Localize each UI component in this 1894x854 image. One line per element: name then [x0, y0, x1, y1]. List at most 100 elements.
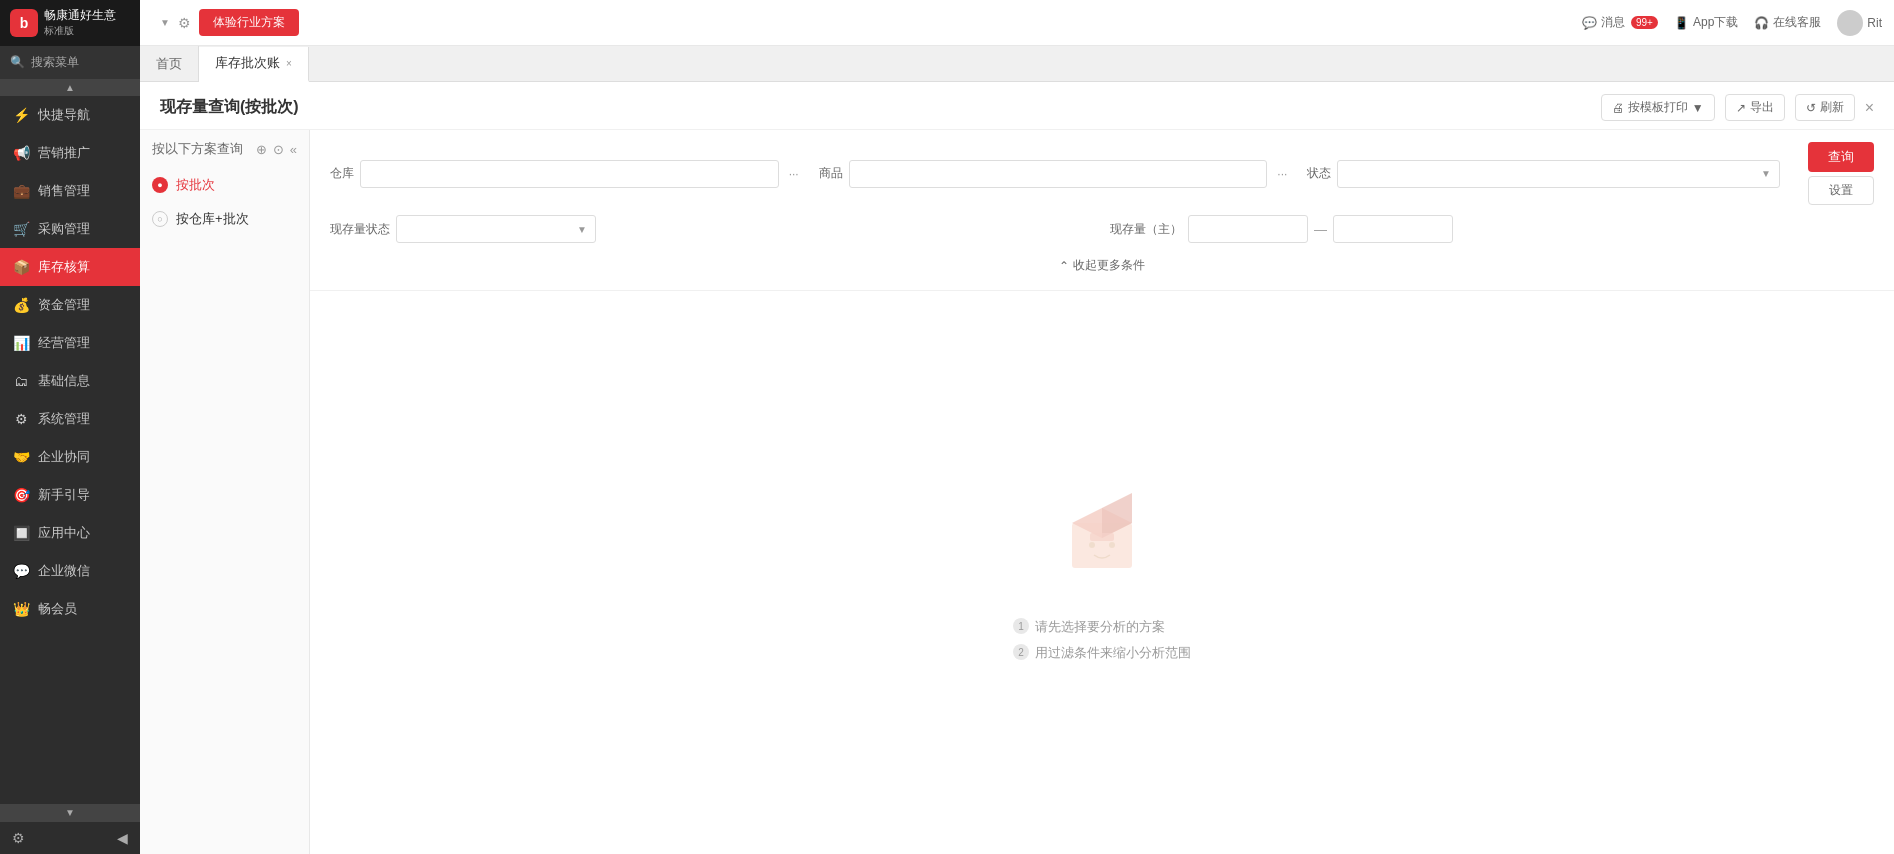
- footer-collapse-icon[interactable]: ◀: [117, 830, 128, 846]
- app-download-item[interactable]: 📱 App下载: [1674, 14, 1738, 31]
- tab-batch-account[interactable]: 库存批次账 ×: [199, 47, 309, 82]
- experience-btn[interactable]: 体验行业方案: [199, 9, 299, 36]
- avatar: [1837, 10, 1863, 36]
- inventory-qty-group: 现存量（主） —: [1110, 215, 1874, 243]
- page-header: 现存量查询(按批次) 🖨 按模板打印 ▼ ↗ 导出 ↺ 刷新 ×: [140, 82, 1894, 130]
- app-center-icon: 🔲: [12, 525, 30, 541]
- tabbar: 首页 库存批次账 ×: [140, 46, 1894, 82]
- sidebar-item-wechat[interactable]: 💬 企业微信: [0, 552, 140, 590]
- topbar-right: 💬 消息 99+ 📱 App下载 🎧 在线客服 Rit: [1582, 10, 1882, 36]
- refresh-btn[interactable]: ↺ 刷新: [1795, 94, 1855, 121]
- scroll-up-btn[interactable]: ▲: [0, 79, 140, 96]
- tab-close-icon[interactable]: ×: [286, 58, 292, 69]
- guide-icon: 🎯: [12, 487, 30, 503]
- main-layout: 按以下方案查询 ⊕ ⊙ « ● 按批次 ○ 按仓库+批次: [140, 130, 1894, 854]
- collapse-panel-icon[interactable]: «: [290, 142, 297, 157]
- sidebar-item-guide[interactable]: 🎯 新手引导: [0, 476, 140, 514]
- sidebar-item-inventory[interactable]: 📦 库存核算: [0, 248, 140, 286]
- product-input[interactable]: [849, 160, 1268, 188]
- inventory-status-group: 现存量状态 ▼: [330, 215, 1094, 243]
- sidebar-item-app-center[interactable]: 🔲 应用中心: [0, 514, 140, 552]
- topbar-gear-icon[interactable]: ⚙: [178, 15, 191, 31]
- sidebar-item-system[interactable]: ⚙ 系统管理: [0, 400, 140, 438]
- warehouse-more-btn[interactable]: ···: [785, 167, 803, 181]
- scheme-by-warehouse-batch[interactable]: ○ 按仓库+批次: [140, 202, 309, 236]
- status-label: 状态: [1307, 165, 1331, 182]
- topbar: ▼ ⚙ 体验行业方案 💬 消息 99+ 📱 App下载 🎧 在线客服 Rit: [140, 0, 1894, 46]
- warehouse-input[interactable]: [360, 160, 779, 188]
- breadcrumb-dropdown-icon[interactable]: ▼: [160, 17, 170, 28]
- message-badge: 99+: [1631, 16, 1658, 29]
- status-select[interactable]: ▼: [1337, 160, 1780, 188]
- sidebar-item-quick-nav[interactable]: ⚡ 快捷导航: [0, 96, 140, 134]
- filter-row-2: 现存量状态 ▼ 现存量（主） —: [330, 215, 1874, 243]
- refresh-icon: ↺: [1806, 101, 1816, 115]
- sidebar-item-enterprise[interactable]: 🤝 企业协同: [0, 438, 140, 476]
- sidebar-search[interactable]: 🔍 搜索菜单: [0, 46, 140, 79]
- export-btn[interactable]: ↗ 导出: [1725, 94, 1785, 121]
- topbar-left: ▼ ⚙ 体验行业方案: [152, 9, 1574, 36]
- page-title: 现存量查询(按批次): [160, 97, 299, 118]
- content-area: 现存量查询(按批次) 🖨 按模板打印 ▼ ↗ 导出 ↺ 刷新 ×: [140, 82, 1894, 854]
- inventory-status-select[interactable]: ▼: [396, 215, 596, 243]
- sidebar-item-operations[interactable]: 📊 经营管理: [0, 324, 140, 362]
- purchase-icon: 🛒: [12, 221, 30, 237]
- inventory-icon: 📦: [12, 259, 30, 275]
- wechat-icon: 💬: [12, 563, 30, 579]
- print-btn[interactable]: 🖨 按模板打印 ▼: [1601, 94, 1715, 121]
- left-panel: 按以下方案查询 ⊕ ⊙ « ● 按批次 ○ 按仓库+批次: [140, 130, 310, 854]
- inventory-status-label: 现存量状态: [330, 221, 390, 238]
- left-panel-icons: ⊕ ⊙ «: [256, 142, 297, 157]
- tab-home[interactable]: 首页: [140, 46, 199, 81]
- customer-service-item[interactable]: 🎧 在线客服: [1754, 14, 1821, 31]
- message-item[interactable]: 💬 消息 99+: [1582, 14, 1658, 31]
- enterprise-icon: 🤝: [12, 449, 30, 465]
- product-more-btn[interactable]: ···: [1273, 167, 1291, 181]
- sidebar-logo: b: [10, 9, 38, 37]
- system-icon: ⚙: [12, 411, 30, 427]
- scheme-by-batch[interactable]: ● 按批次: [140, 168, 309, 202]
- sidebar-item-finance[interactable]: 💰 资金管理: [0, 286, 140, 324]
- warehouse-label: 仓库: [330, 165, 354, 182]
- print-dropdown-icon: ▼: [1692, 101, 1704, 115]
- marketing-icon: 📢: [12, 145, 30, 161]
- footer-settings-icon[interactable]: ⚙: [12, 830, 25, 846]
- qty-max-input[interactable]: [1333, 215, 1453, 243]
- collapse-icon: ⌃: [1059, 259, 1069, 273]
- finance-icon: 💰: [12, 297, 30, 313]
- filter-collapse-btn[interactable]: ⌃ 收起更多条件: [330, 253, 1874, 278]
- basic-icon: 🗂: [12, 373, 30, 389]
- right-panel: 仓库 ··· 商品 ··· 状态: [310, 130, 1894, 854]
- sidebar-footer: ⚙ ◀: [0, 821, 140, 854]
- sidebar-item-purchase[interactable]: 🛒 采购管理: [0, 210, 140, 248]
- scroll-down-btn[interactable]: ▼: [0, 804, 140, 821]
- sidebar-item-basic[interactable]: 🗂 基础信息: [0, 362, 140, 400]
- qty-min-input[interactable]: [1188, 215, 1308, 243]
- sidebar-item-marketing[interactable]: 📢 营销推广: [0, 134, 140, 172]
- user-item[interactable]: Rit: [1837, 10, 1882, 36]
- svg-rect-3: [1090, 533, 1114, 541]
- settings-scheme-icon[interactable]: ⊙: [273, 142, 284, 157]
- svg-point-4: [1089, 542, 1095, 548]
- filter-actions: 查询 设置: [1808, 142, 1874, 205]
- left-panel-title: 按以下方案查询: [152, 140, 243, 158]
- page-actions: 🖨 按模板打印 ▼ ↗ 导出 ↺ 刷新 ×: [1601, 94, 1874, 121]
- edition-label: 标准版: [44, 24, 116, 38]
- empty-box-svg: [1052, 483, 1152, 583]
- settings-btn[interactable]: 设置: [1808, 176, 1874, 205]
- sidebar-item-sales[interactable]: 💼 销售管理: [0, 172, 140, 210]
- sidebar-header: b 畅康通好生意 标准版: [0, 0, 140, 46]
- empty-state: 1 请先选择要分析的方案 2 用过滤条件来缩小分析范围: [310, 291, 1894, 854]
- query-btn[interactable]: 查询: [1808, 142, 1874, 172]
- page-close-btn[interactable]: ×: [1865, 99, 1874, 117]
- status-filter-group: 状态 ▼: [1307, 160, 1780, 188]
- add-scheme-icon[interactable]: ⊕: [256, 142, 267, 157]
- print-icon: 🖨: [1612, 101, 1624, 115]
- sales-icon: 💼: [12, 183, 30, 199]
- empty-hints: 1 请先选择要分析的方案 2 用过滤条件来缩小分析范围: [1013, 618, 1191, 662]
- message-icon: 💬: [1582, 16, 1597, 30]
- search-icon: 🔍: [10, 55, 25, 69]
- sidebar-item-member[interactable]: 👑 畅会员: [0, 590, 140, 628]
- empty-hint-2: 2 用过滤条件来缩小分析范围: [1013, 644, 1191, 662]
- export-icon: ↗: [1736, 101, 1746, 115]
